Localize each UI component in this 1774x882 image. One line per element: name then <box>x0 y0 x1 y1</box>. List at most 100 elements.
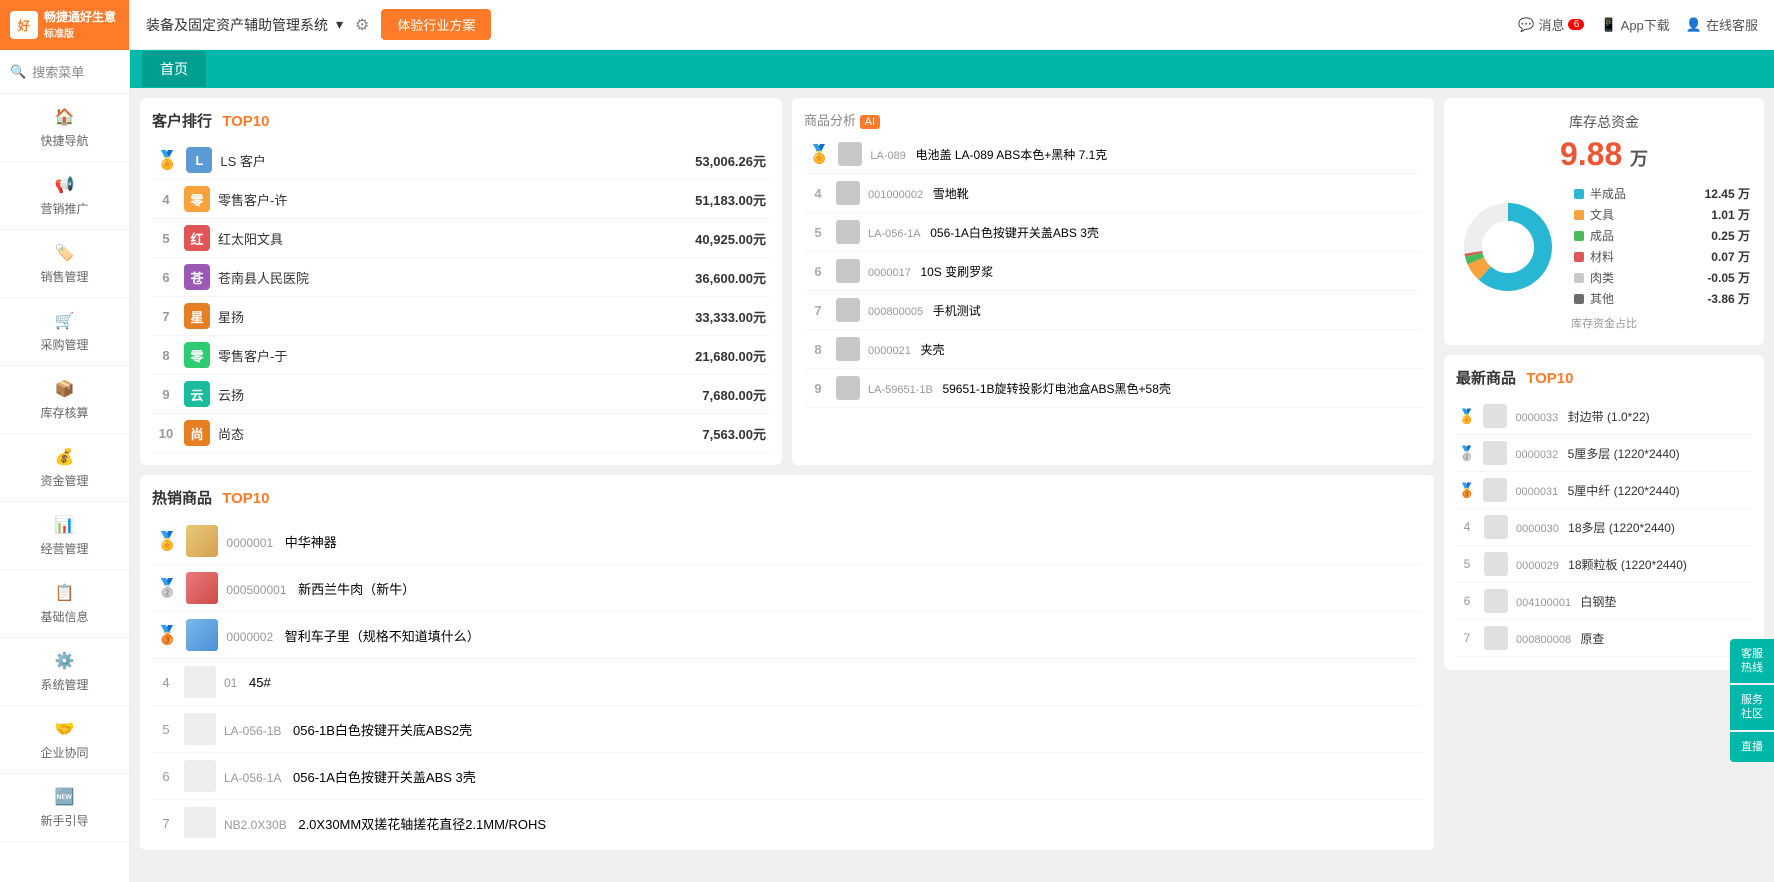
product-thumb <box>1484 552 1508 576</box>
sidebar-item-operation[interactable]: 📊 经营管理 <box>0 502 129 570</box>
customer-rank-row: 9 云 云扬 7,680.00元 <box>152 375 770 414</box>
customer-rank-row: 5 红 红太阳文具 40,925.00元 <box>152 219 770 258</box>
product-thumb <box>838 142 862 166</box>
sidebar-item-finance[interactable]: 💰 资金管理 <box>0 434 129 502</box>
customer-ranking-title: 客户排行 TOP10 <box>152 110 770 131</box>
product-info: 0000033 封边带 (1.0*22) <box>1515 408 1750 425</box>
customer-badge: L <box>186 147 212 173</box>
legend-item: 材料 0.07 万 <box>1574 248 1750 265</box>
float-btn-live[interactable]: 直播 <box>1730 732 1774 762</box>
hot-products-title: 热销商品 TOP10 <box>152 487 1422 508</box>
product-info: LA-089 电池盖 LA-089 ABS本色+黑种 7.1克 <box>870 146 1418 163</box>
sidebar-search-area[interactable]: 🔍 搜索菜单 <box>0 50 129 94</box>
sidebar-item-basic[interactable]: 📋 基础信息 <box>0 570 129 638</box>
settings-icon[interactable]: ⚙ <box>355 15 369 35</box>
product-info: 0000029 18颗粒板 (1220*2440) <box>1516 556 1750 573</box>
product-thumb <box>1484 515 1508 539</box>
stock-total-label: 库存总资金 <box>1458 112 1750 132</box>
product-thumb <box>1483 478 1507 502</box>
customer-badge: 零 <box>184 342 210 368</box>
product-info: 01 45# <box>224 675 1418 690</box>
medal-bronze-icon: 🥉 <box>156 625 178 646</box>
hot-product-row: 6 0000017 10S 变刷罗浆 <box>804 252 1422 291</box>
sidebar-item-stock[interactable]: 📦 库存核算 <box>0 366 129 434</box>
customer-badge: 尚 <box>184 420 210 446</box>
float-btn-service[interactable]: 客服热线 <box>1730 639 1774 684</box>
customer-rank-row: 7 星 星扬 33,333.00元 <box>152 297 770 336</box>
sidebar-item-sales[interactable]: 🏷️ 销售管理 <box>0 230 129 298</box>
hot-products-right-list: 🏅 LA-089 电池盖 LA-089 ABS本色+黑种 7.1克 4 <box>804 135 1422 408</box>
product-thumb <box>1484 626 1508 650</box>
hot-product-row: 4 01 45# <box>152 659 1422 706</box>
medal-silver-icon: 🥈 <box>1458 445 1475 462</box>
product-info: 001000002 雪地靴 <box>868 185 1418 202</box>
customer-ranking-card: 客户排行 TOP10 🏅 L LS 客户 53,006.26元 <box>140 98 782 465</box>
sidebar-item-purchase[interactable]: 🛒 采购管理 <box>0 298 129 366</box>
product-info: LA-056-1A 056-1A白色按键开关盖ABS 3壳 <box>224 767 1418 786</box>
tab-bar: 首页 <box>130 50 1774 88</box>
medal-gold-icon: 🏅 <box>808 144 830 165</box>
message-button[interactable]: 💬 消息 6 <box>1518 15 1584 34</box>
float-btn-community[interactable]: 服务社区 <box>1730 685 1774 730</box>
sidebar: 好 畅捷通好生意 标准版 🔍 搜索菜单 🏠 快捷导航 📢 营销推广 🏷️ 销售管… <box>0 0 130 882</box>
app-download-button[interactable]: 📱 App下载 <box>1600 15 1669 34</box>
new-product-row: 8 10000100001 原查 <box>1456 657 1752 658</box>
hot-product-row: 5 LA-056-1B 056-1B白色按键开关底ABS2壳 <box>152 706 1422 753</box>
system-icon: ⚙️ <box>54 650 76 672</box>
product-info: LA-056-1A 056-1A白色按键开关盖ABS 3壳 <box>868 224 1418 241</box>
service-icon: 👤 <box>1686 17 1702 33</box>
product-thumb <box>184 807 216 838</box>
sidebar-item-enterprise[interactable]: 🤝 企业协同 <box>0 706 129 774</box>
customer-badge: 星 <box>184 303 210 329</box>
logo-text: 畅捷通好生意 标准版 <box>44 10 116 41</box>
hot-product-row: 🏅 0000001 中华神器 <box>152 518 1422 565</box>
medal-gold-icon: 🏅 <box>1458 408 1475 425</box>
product-info: 000500001 新西兰牛肉（新牛） <box>226 579 1418 598</box>
system-selector[interactable]: 装备及固定资产辅助管理系统 ▾ <box>146 15 343 35</box>
marketing-icon: 📢 <box>54 174 76 196</box>
legend-color-dot <box>1574 252 1584 262</box>
trial-button[interactable]: 体验行业方案 <box>381 9 491 40</box>
legend-item: 半成品 12.45 万 <box>1574 185 1750 202</box>
product-thumb <box>836 259 860 283</box>
product-thumb <box>1484 589 1508 613</box>
product-thumb <box>184 666 216 698</box>
sidebar-item-guide[interactable]: 🆕 新手引导 <box>0 774 129 842</box>
hot-products-right-card: 商品分析 AI 🏅 LA-089 电池盖 LA-089 ABS本色+黑种 7.1… <box>792 98 1434 465</box>
finance-icon: 💰 <box>54 446 76 468</box>
stock-chart-label: 库存资金占比 <box>1458 315 1750 331</box>
service-button[interactable]: 👤 在线客服 <box>1686 15 1758 34</box>
purchase-icon: 🛒 <box>54 310 76 332</box>
customer-badge: 苍 <box>184 264 210 290</box>
sidebar-item-quick[interactable]: 🏠 快捷导航 <box>0 94 129 162</box>
customer-rank-row: 6 苍 苍南县人民医院 36,600.00元 <box>152 258 770 297</box>
customer-rank-row: 8 零 零售客户-于 21,680.00元 <box>152 336 770 375</box>
basic-icon: 📋 <box>54 582 76 604</box>
hot-products-right-subtitle: 商品分析 AI <box>804 110 1422 129</box>
stock-summary-card: 库存总资金 9.88 万 <box>1444 98 1764 345</box>
product-info: 0000030 18多层 (1220*2440) <box>1516 519 1750 536</box>
logo-icon: 好 <box>10 11 38 39</box>
product-info: LA-59651-1B 59651-1B旋转投影灯电池盒ABS黑色+58壳 <box>868 380 1418 397</box>
sidebar-item-system[interactable]: ⚙️ 系统管理 <box>0 638 129 706</box>
medal-bronze-icon: 🥉 <box>1458 482 1475 499</box>
customer-badge: 云 <box>184 381 210 407</box>
topbar-right: 💬 消息 6 📱 App下载 👤 在线客服 <box>1518 15 1758 34</box>
stock-chart-container: 半成品 12.45 万 文具 1.01 万 成品 0.25 万 <box>1458 185 1750 311</box>
legend-item: 其他 -3.86 万 <box>1574 290 1750 307</box>
medal-silver-icon: 🥈 <box>156 578 178 599</box>
product-info: 0000031 5厘中纤 (1220*2440) <box>1515 482 1750 499</box>
product-thumb <box>1483 404 1507 428</box>
legend-color-dot <box>1574 273 1584 283</box>
sidebar-item-marketing[interactable]: 📢 营销推广 <box>0 162 129 230</box>
tab-home[interactable]: 首页 <box>142 51 206 87</box>
product-thumb <box>184 760 216 792</box>
chevron-down-icon: ▾ <box>336 16 343 33</box>
customer-ranking-list: 🏅 L LS 客户 53,006.26元 4 零 零售客户-许 51,183.0… <box>152 141 770 453</box>
product-info: 000800005 手机测试 <box>868 302 1418 319</box>
stock-icon: 📦 <box>54 378 76 400</box>
sidebar-logo: 好 畅捷通好生意 标准版 <box>0 0 129 50</box>
legend-color-dot <box>1574 210 1584 220</box>
hot-product-row: 4 001000002 雪地靴 <box>804 174 1422 213</box>
search-menu-button[interactable]: 🔍 搜索菜单 <box>10 58 119 85</box>
